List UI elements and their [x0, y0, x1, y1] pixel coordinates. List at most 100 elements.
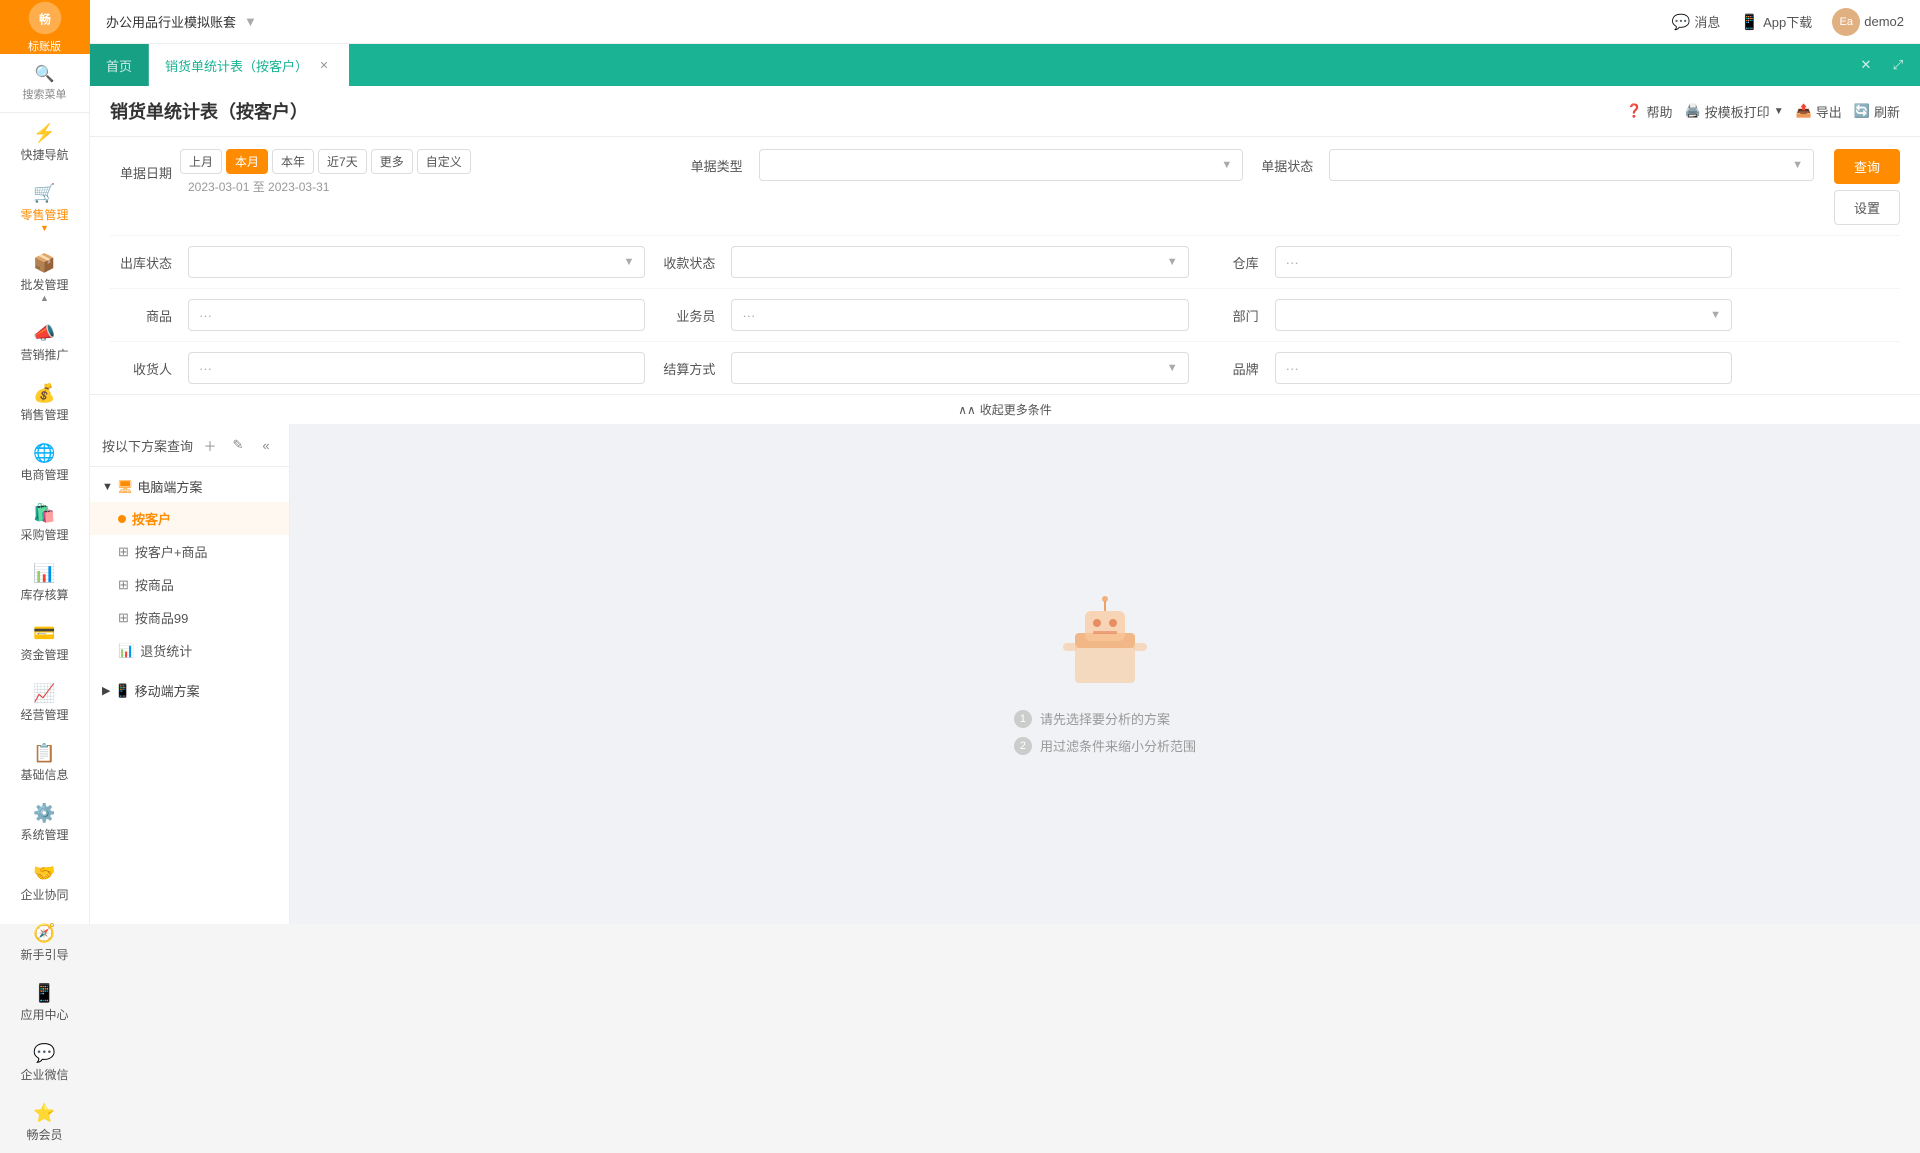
scheme-item-customer-label: 按客户: [132, 509, 171, 528]
empty-state: 1 请先选择要分析的方案 2 用过滤条件来缩小分析范围: [1014, 593, 1196, 755]
scheme-group-mobile-header[interactable]: ▶ 📱 移动端方案: [90, 675, 289, 706]
receiver-input[interactable]: ···: [188, 352, 645, 384]
product-ellipsis: ···: [199, 308, 212, 323]
date-btn-this-year[interactable]: 本年: [272, 149, 314, 174]
collapse-btn[interactable]: ∧∧ 收起更多条件: [942, 395, 1068, 424]
date-btn-this-month[interactable]: 本月: [226, 149, 268, 174]
message-btn[interactable]: 💬 消息: [1672, 12, 1721, 31]
newguide-label: 新手引导: [20, 946, 68, 963]
product-input[interactable]: ···: [188, 299, 645, 331]
scheme-item-by-customer[interactable]: 按客户: [90, 502, 289, 535]
print-btn[interactable]: 🖨️ 按模板打印 ▼: [1684, 102, 1783, 121]
search-menu[interactable]: 🔍 搜索菜单: [0, 54, 89, 113]
sidebar-item-retail[interactable]: 🛒 零售管理 ▼: [0, 173, 89, 243]
date-range: 2023-03-01 至 2023-03-31: [188, 178, 471, 195]
tab-close-btn[interactable]: ✕: [316, 57, 332, 73]
body-area: 按以下方案查询 ＋ ✎ « ▼ 🖥 电脑端方案: [90, 424, 1920, 924]
sidebar-item-wechat[interactable]: 💬 企业微信: [0, 1033, 89, 1093]
scheme-group-mobile-label: 移动端方案: [135, 681, 200, 700]
brand-label: 品牌: [1197, 359, 1267, 378]
date-btn-group: 上月 本月 本年 近7天 更多 自定义: [180, 149, 471, 174]
tab-close-all-btn[interactable]: ✕: [1852, 51, 1880, 79]
scheme-item-refund-label: 退货统计: [140, 641, 192, 660]
sidebar-item-newguide[interactable]: 🧭 新手引导: [0, 913, 89, 973]
filter-rows: 单据日期 上月 本月 本年 近7天 更多 自定义 2023-03-01 至 20…: [90, 137, 1920, 394]
header-dropdown-icon[interactable]: ▼: [244, 14, 257, 29]
warehouse-ellipsis: ···: [1286, 255, 1299, 270]
scheme-item-customer-product-label: 按客户+商品: [135, 542, 208, 561]
sidebar-item-finance[interactable]: 💳 资金管理: [0, 613, 89, 673]
help-icon: ❓: [1626, 103, 1642, 119]
app-download-label: App下载: [1763, 12, 1812, 31]
scheme-item-by-product[interactable]: ⊞ 按商品: [90, 568, 289, 601]
dept-select[interactable]: ▼: [1275, 299, 1732, 331]
scheme-item-by-product-99[interactable]: ⊞ 按商品99: [90, 601, 289, 634]
message-icon: 💬: [1672, 13, 1691, 31]
download-icon: 📱: [1740, 13, 1759, 31]
date-btn-7days[interactable]: 近7天: [318, 149, 367, 174]
query-button[interactable]: 查询: [1834, 149, 1900, 184]
tab-expand-btn[interactable]: ⤢: [1884, 51, 1912, 79]
sidebar-item-purchase[interactable]: 🛍️ 采购管理: [0, 493, 89, 553]
bill-type-arrow-icon: ▼: [1221, 159, 1232, 171]
warehouse-input[interactable]: ···: [1275, 246, 1732, 278]
collapse-area: ∧∧ 收起更多条件: [90, 394, 1920, 424]
export-icon: 📤: [1796, 103, 1812, 119]
print-icon: 🖨️: [1684, 103, 1700, 119]
tab-sales-stat[interactable]: 销货单统计表（按客户） ✕: [149, 44, 349, 86]
header-right: 💬 消息 📱 App下载 Ea demo2: [1672, 8, 1904, 36]
member-icon: ⭐: [33, 1103, 55, 1124]
date-label: 单据日期: [110, 163, 180, 182]
tab-bar: 首页 销货单统计表（按客户） ✕ ✕ ⤢: [90, 44, 1920, 86]
scheme-add-btn[interactable]: ＋: [199, 434, 221, 456]
wholesale-label: 批发管理: [20, 276, 68, 293]
sidebar-item-marketing[interactable]: 📣 营销推广: [0, 313, 89, 373]
sidebar-item-inventory[interactable]: 📊 库存核算: [0, 553, 89, 613]
sidebar-item-system[interactable]: ⚙️ 系统管理: [0, 793, 89, 853]
scheme-collapse-btn[interactable]: «: [255, 434, 277, 456]
bill-type-select[interactable]: ▼: [759, 149, 1244, 181]
setting-button[interactable]: 设置: [1834, 190, 1900, 225]
wholesale-icon: 📦: [33, 253, 55, 274]
basic-label: 基础信息: [20, 766, 68, 783]
sidebar-item-operations[interactable]: 📈 经营管理: [0, 673, 89, 733]
help-btn[interactable]: ❓ 帮助: [1626, 102, 1672, 121]
app-download-btn[interactable]: 📱 App下载: [1740, 12, 1812, 31]
date-btn-last-month[interactable]: 上月: [180, 149, 222, 174]
receipt-status-select[interactable]: ▼: [731, 246, 1188, 278]
scheme-item-by-customer-product[interactable]: ⊞ 按客户+商品: [90, 535, 289, 568]
scheme-panel-title: 按以下方案查询: [102, 436, 193, 455]
collapse-up-icon: ∧∧: [958, 403, 976, 417]
scheme-group-desktop-header[interactable]: ▼ 🖥 电脑端方案: [90, 471, 289, 502]
sidebar-item-basic[interactable]: 📋 基础信息: [0, 733, 89, 793]
user-menu[interactable]: Ea demo2: [1832, 8, 1904, 36]
tab-home[interactable]: 首页: [90, 44, 149, 86]
collapse-label: 收起更多条件: [980, 401, 1052, 418]
sidebar-quick-nav[interactable]: ⚡ 快捷导航: [0, 113, 89, 173]
mobile-icon: 📱: [114, 683, 130, 699]
bill-status-select[interactable]: ▼: [1329, 149, 1814, 181]
brand-input[interactable]: ···: [1275, 352, 1732, 384]
sidebar-item-appstore[interactable]: 📱 应用中心: [0, 973, 89, 1033]
mobile-group-arrow-icon: ▶: [102, 684, 110, 697]
sales-label: 销售管理: [20, 406, 68, 423]
quick-nav-icon: ⚡: [33, 123, 55, 144]
scheme-edit-btn[interactable]: ✎: [227, 434, 249, 456]
out-status-select[interactable]: ▼: [188, 246, 645, 278]
date-btn-custom[interactable]: 自定义: [417, 149, 471, 174]
sidebar-item-corp[interactable]: 🤝 企业协同: [0, 853, 89, 913]
sidebar-item-wholesale[interactable]: 📦 批发管理 ▲: [0, 243, 89, 313]
operations-label: 经营管理: [20, 706, 68, 723]
sidebar-item-sales[interactable]: 💰 销售管理: [0, 373, 89, 433]
date-btn-more[interactable]: 更多: [371, 149, 413, 174]
print-label: 按模板打印: [1705, 102, 1770, 121]
staff-input[interactable]: ···: [731, 299, 1188, 331]
sidebar-item-member[interactable]: ⭐ 畅会员: [0, 1093, 89, 1153]
dept-arrow-icon: ▼: [1710, 309, 1721, 321]
refresh-btn[interactable]: 🔄 刷新: [1854, 102, 1900, 121]
export-btn[interactable]: 📤 导出: [1796, 102, 1842, 121]
scheme-item-refund-stat[interactable]: 📊 退货统计: [90, 634, 289, 667]
sidebar-item-ecommerce[interactable]: 🌐 电商管理: [0, 433, 89, 493]
appstore-icon: 📱: [33, 983, 55, 1004]
payment-select[interactable]: ▼: [731, 352, 1188, 384]
